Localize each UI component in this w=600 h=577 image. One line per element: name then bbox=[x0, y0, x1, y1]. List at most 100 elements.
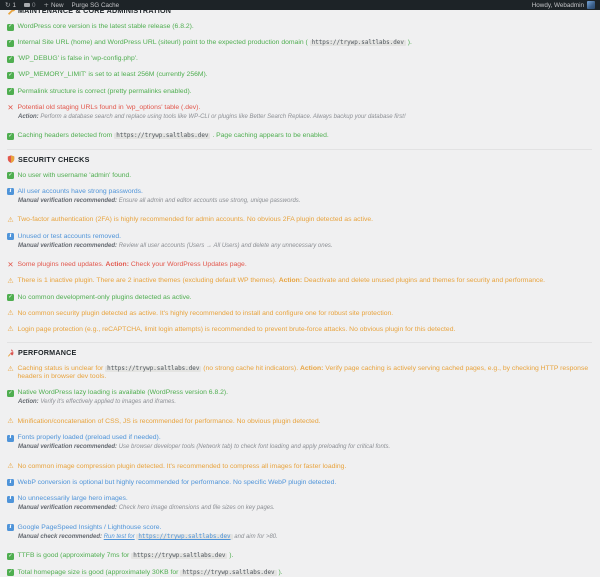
check-item-row: ✓ TTFB is good (approximately 7ms for htt… bbox=[7, 552, 592, 560]
check-item-text: WebP conversion is optional but highly r… bbox=[18, 479, 337, 487]
check-item-text: Some plugins need updates. Action: Check… bbox=[18, 261, 247, 269]
section-title: SECURITY CHECKS bbox=[18, 154, 90, 164]
section-performance: PERFORMANCE ⚠ Caching status is unclear fo… bbox=[7, 342, 592, 577]
new-content-button[interactable]: + New bbox=[43, 2, 63, 9]
check-text: WebP conversion is optional but highly r… bbox=[17, 478, 337, 486]
warning-icon: ⚠ bbox=[7, 276, 14, 285]
check-item-text: 'WP_MEMORY_LIMIT' is set to at least 256… bbox=[18, 71, 208, 79]
note-label: Action: bbox=[18, 399, 39, 406]
check-text: TTFB is good (approximately 7ms for bbox=[17, 552, 132, 560]
check-item: i Google PageSpeed Insights / Lighthouse … bbox=[7, 524, 592, 542]
check-text: Caching headers detected from bbox=[17, 132, 115, 140]
warning-icon: ⚠ bbox=[7, 215, 14, 224]
comments-indicator[interactable]: 0 bbox=[23, 1, 36, 9]
check-text: (no strong cache hit indicators). bbox=[201, 365, 300, 372]
check-item-row: ⚠ Login page protection (e.g., reCAPTCHA,… bbox=[7, 326, 592, 334]
check-item-row: ⚠ Two-factor authentication (2FA) is high… bbox=[7, 216, 592, 224]
check-text: ). bbox=[227, 552, 234, 560]
check-item: ✓ 'WP_DEBUG' is false in 'wp-config.php'. bbox=[7, 55, 592, 63]
check-item-row: ✓ No user with username 'admin' found. bbox=[7, 172, 592, 180]
check-text: Minification/concatenation of CSS, JS is… bbox=[17, 417, 321, 425]
check-item-text: There is 1 inactive plugin. There are 2 … bbox=[18, 277, 546, 285]
url-chip[interactable]: https://trywp.saltlabs.dev bbox=[131, 553, 228, 560]
check-item-text: Caching headers detected from https://tr… bbox=[18, 132, 329, 140]
check-item-row: ✓ 'WP_DEBUG' is false in 'wp-config.php'. bbox=[7, 55, 592, 63]
check-item-row: ✓ No common development-only plugins dete… bbox=[7, 294, 592, 302]
warning-icon: ⚠ bbox=[7, 325, 14, 334]
check-item: ✓ TTFB is good (approximately 7ms for htt… bbox=[7, 552, 592, 560]
warning-icon: ⚠ bbox=[7, 417, 14, 426]
check-text: No common development-only plugins detec… bbox=[17, 293, 192, 301]
check-item-text: Minification/concatenation of CSS, JS is… bbox=[18, 418, 321, 426]
check-item-text: Total homepage size is good (approximate… bbox=[18, 569, 283, 577]
section-heading: SECURITY CHECKS bbox=[7, 155, 592, 164]
check-item-row: ⚠ There is 1 inactive plugin. There are 2… bbox=[7, 277, 592, 285]
check-item-row: ⚠ Minification/concatenation of CSS, JS i… bbox=[7, 418, 592, 426]
check-text: No user with username 'admin' found. bbox=[17, 171, 132, 179]
url-chip[interactable]: https://trywp.saltlabs.dev bbox=[114, 133, 211, 140]
check-text: . Page caching appears to be enabled. bbox=[210, 132, 329, 140]
check-item: i No unnecessarily large hero images. Manu… bbox=[7, 495, 592, 513]
action-label: Action: bbox=[299, 365, 324, 372]
purge-cache-button[interactable]: Purge SG Cache bbox=[72, 2, 120, 9]
check-item-text: No common image compression plugin detec… bbox=[18, 463, 347, 471]
check-item-note: Action: Perform a database search and re… bbox=[18, 114, 592, 122]
check-icon: ✓ bbox=[7, 39, 14, 47]
howdy-menu[interactable]: Howdy, Webadmin bbox=[532, 2, 584, 9]
check-text: WordPress core version is the latest sta… bbox=[17, 23, 194, 30]
check-item-text: Login page protection (e.g., reCAPTCHA, … bbox=[18, 326, 456, 334]
comments-count: 0 bbox=[31, 1, 36, 9]
admin-bar: ↻ 1 0 + New Purge SG Cache Howdy, Webadm… bbox=[0, 0, 600, 10]
check-item-text: No common development-only plugins detec… bbox=[18, 294, 192, 302]
check-text: Some plugins need updates. bbox=[17, 261, 106, 269]
check-item: ✕ Potential old staging URLs found in 'wp… bbox=[7, 104, 592, 122]
check-icon: ✓ bbox=[7, 293, 14, 302]
check-text: Total homepage size is good (approximate… bbox=[17, 568, 181, 576]
check-item-text: All user accounts have strong passwords. bbox=[18, 188, 143, 196]
url-chip[interactable]: https://trywp.saltlabs.dev bbox=[105, 366, 202, 372]
check-item-text: Native WordPress lazy loading is availab… bbox=[18, 389, 229, 397]
check-text: Deactivate and delete unused plugins and… bbox=[302, 277, 546, 285]
section-maintenance: MAINTENANCE & CORE ADMINISTRATION ✓ WordPr… bbox=[7, 5, 592, 141]
check-item-note: Action: Verify it's effectively applied … bbox=[18, 399, 592, 407]
check-icon: ✓ bbox=[7, 552, 14, 560]
cross-icon: ✕ bbox=[7, 103, 14, 113]
check-text: Permalink structure is correct (pretty p… bbox=[17, 87, 192, 95]
check-item: ✓ Total homepage size is good (approximat… bbox=[7, 569, 592, 577]
updates-indicator[interactable]: ↻ 1 bbox=[5, 2, 16, 9]
check-text: 'WP_MEMORY_LIMIT' is set to at least 256… bbox=[17, 71, 208, 79]
check-text: Ensure all admin and editor accounts use… bbox=[117, 197, 301, 204]
check-item-row: i Fonts properly loaded (preload used if … bbox=[7, 434, 592, 442]
check-item-row: ⚠ Caching status is unclear for https://t… bbox=[7, 365, 592, 381]
updates-count: 1 bbox=[12, 1, 16, 9]
check-item-text: No common security plugin detected as ac… bbox=[18, 310, 394, 318]
action-label: Action: bbox=[278, 277, 303, 285]
check-item-text: No user with username 'admin' found. bbox=[18, 172, 132, 180]
check-item: ✓ No user with username 'admin' found. bbox=[7, 172, 592, 180]
check-item: ✓ Caching headers detected from https://t… bbox=[7, 132, 592, 140]
avatar[interactable] bbox=[587, 1, 595, 9]
check-item-text: Two-factor authentication (2FA) is highl… bbox=[18, 216, 374, 224]
cross-icon: ✕ bbox=[7, 260, 14, 270]
check-item: ⚠ Minification/concatenation of CSS, JS i… bbox=[7, 418, 592, 426]
url-chip[interactable]: https://trywp.saltlabs.dev bbox=[180, 569, 277, 576]
check-text: ). bbox=[276, 568, 283, 576]
check-item: ⚠ No common security plugin detected as a… bbox=[7, 310, 592, 318]
check-item-note: Manual verification recommended: Review … bbox=[18, 243, 592, 251]
check-text: ). bbox=[405, 39, 412, 47]
check-item: i Fonts properly loaded (preload used if … bbox=[7, 434, 592, 452]
note-label: Manual verification recommended: bbox=[18, 242, 118, 249]
check-item: ✓ No common development-only plugins dete… bbox=[7, 294, 592, 302]
report-content: MAINTENANCE & CORE ADMINISTRATION ✓ WordPr… bbox=[0, 0, 600, 577]
warning-icon: ⚠ bbox=[7, 462, 14, 471]
check-text: No common security plugin detected as ac… bbox=[17, 309, 394, 317]
check-item-row: ⚠ No common image compression plugin dete… bbox=[7, 463, 592, 471]
check-item-text: Google PageSpeed Insights / Lighthouse s… bbox=[18, 524, 162, 532]
check-item-note: Manual check recommended: Run test for h… bbox=[18, 533, 592, 542]
check-item-row: ✓ 'WP_MEMORY_LIMIT' is set to at least 25… bbox=[7, 71, 592, 79]
check-item-note: Manual verification recommended: Ensure … bbox=[18, 198, 592, 206]
url-chip[interactable]: https://trywp.saltlabs.dev bbox=[309, 40, 406, 47]
check-text: Unused or test accounts removed. bbox=[17, 232, 122, 240]
check-item: ⚠ Caching status is unclear for https://t… bbox=[7, 365, 592, 381]
check-item-row: ⚠ No common security plugin detected as a… bbox=[7, 310, 592, 318]
